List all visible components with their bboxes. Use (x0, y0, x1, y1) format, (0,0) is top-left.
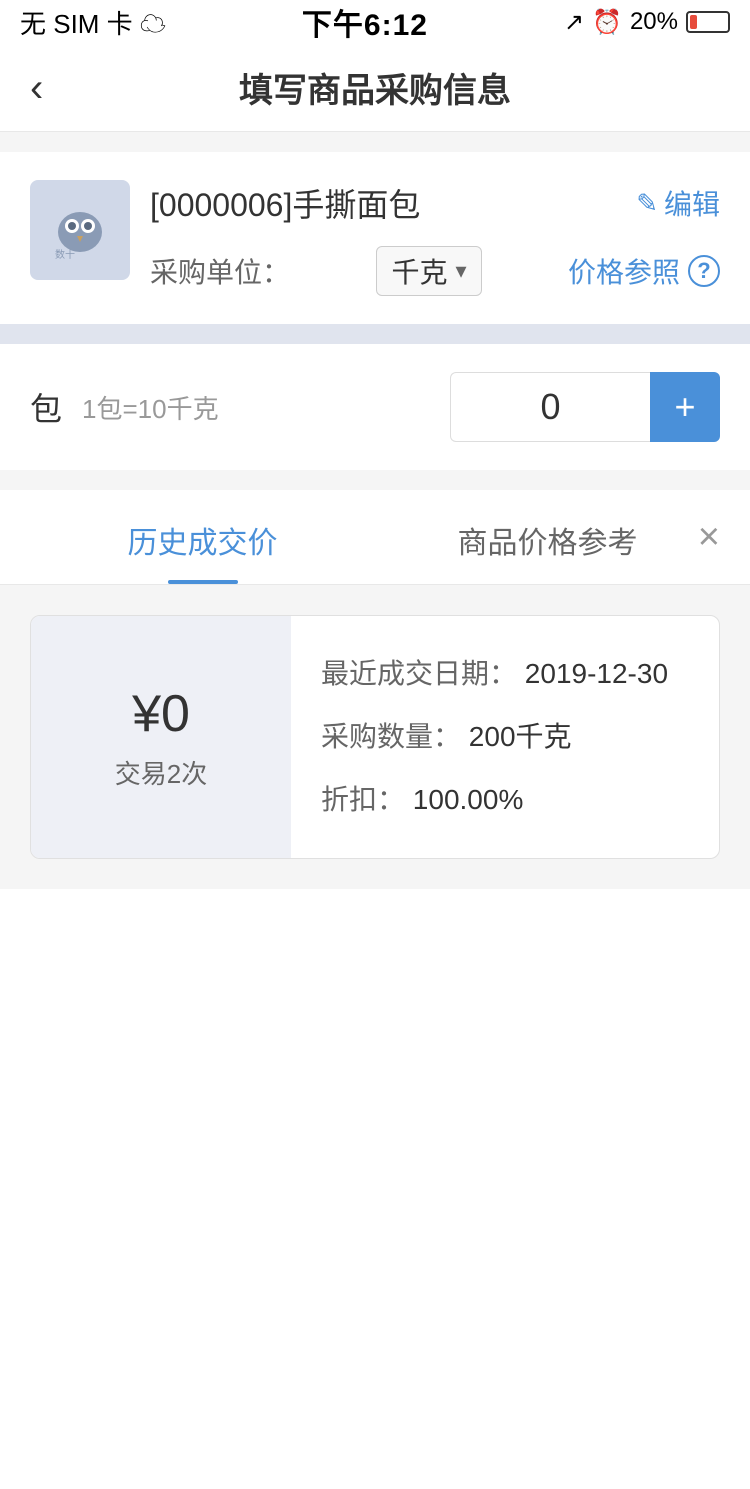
purchase-unit-label: 采购单位： (150, 251, 290, 291)
svg-text:数十: 数十 (55, 248, 75, 260)
status-time: 下午6:12 (302, 0, 428, 44)
history-details-section: 最近成交日期： 2019-12-30 采购数量： 200千克 折扣： 100.0… (291, 616, 719, 858)
purchase-qty-value: 200千克 (469, 721, 572, 752)
purchase-qty-row: 采购数量： 200千克 (321, 715, 689, 760)
battery-percent: 20% (630, 8, 678, 36)
sim-label: 无 SIM 卡 ☁ (20, 4, 166, 41)
recent-date-row: 最近成交日期： 2019-12-30 (321, 652, 689, 697)
back-button[interactable]: ‹ (30, 68, 43, 108)
edit-icon: ✎ (636, 188, 658, 219)
tab-bar: 历史成交价 商品价格参考 × (0, 490, 750, 585)
history-card: ¥0 交易2次 最近成交日期： 2019-12-30 采购数量： 200千克 折… (30, 615, 720, 859)
help-icon: ? (688, 255, 720, 287)
history-trades-count: 交易2次 (115, 754, 207, 791)
nav-icon: ↗ (564, 8, 584, 37)
header: ‹ 填写商品采购信息 (0, 44, 750, 132)
product-logo-icon: 数十 (50, 200, 110, 260)
alarm-icon: ⏰ (592, 8, 622, 37)
product-info: [0000006]手撕面包 ✎ 编辑 采购单位： 千克 ▾ 价格参照 ? (150, 180, 720, 296)
price-reference-button[interactable]: 价格参照 ? (568, 251, 720, 291)
bottom-space (0, 889, 750, 1489)
edit-button[interactable]: ✎ 编辑 (636, 183, 720, 223)
quantity-input[interactable] (450, 372, 650, 442)
discount-row: 折扣： 100.00% (321, 778, 689, 823)
history-price-value: ¥0 (132, 684, 190, 744)
status-right: ↗ ⏰ 20% (564, 8, 730, 37)
close-tab-button[interactable]: × (698, 518, 720, 556)
recent-date-label: 最近成交日期： (321, 658, 517, 689)
discount-label: 折扣： (321, 784, 405, 815)
unit-select[interactable]: 千克 ▾ (376, 246, 481, 296)
tab-product-price[interactable]: 商品价格参考 (375, 490, 720, 584)
page-title: 填写商品采购信息 (239, 63, 511, 112)
product-thumbnail: 数十 (30, 180, 130, 280)
section-divider (0, 324, 750, 344)
purchase-qty-label: 采购数量： (321, 721, 461, 752)
tab-content: ¥0 交易2次 最近成交日期： 2019-12-30 采购数量： 200千克 折… (0, 585, 750, 889)
recent-date-value: 2019-12-30 (525, 658, 668, 689)
unit-badge: 包 (30, 384, 62, 430)
chevron-down-icon: ▾ (455, 258, 466, 284)
quantity-input-group: + (450, 372, 720, 442)
status-bar: 无 SIM 卡 ☁ 下午6:12 ↗ ⏰ 20% (0, 0, 750, 44)
status-left: 无 SIM 卡 ☁ (20, 4, 166, 41)
tab-history-price[interactable]: 历史成交价 (30, 490, 375, 584)
discount-value: 100.00% (413, 784, 524, 815)
unit-description: 1包=10千克 (82, 389, 430, 426)
product-card: 数十 [0000006]手撕面包 ✎ 编辑 采购单位： 千克 ▾ (0, 152, 750, 324)
battery-icon (686, 11, 730, 33)
quantity-increment-button[interactable]: + (650, 372, 720, 442)
quantity-row: 包 1包=10千克 + (0, 344, 750, 470)
history-price-section: ¥0 交易2次 (31, 616, 291, 858)
product-name: [0000006]手撕面包 (150, 180, 420, 226)
